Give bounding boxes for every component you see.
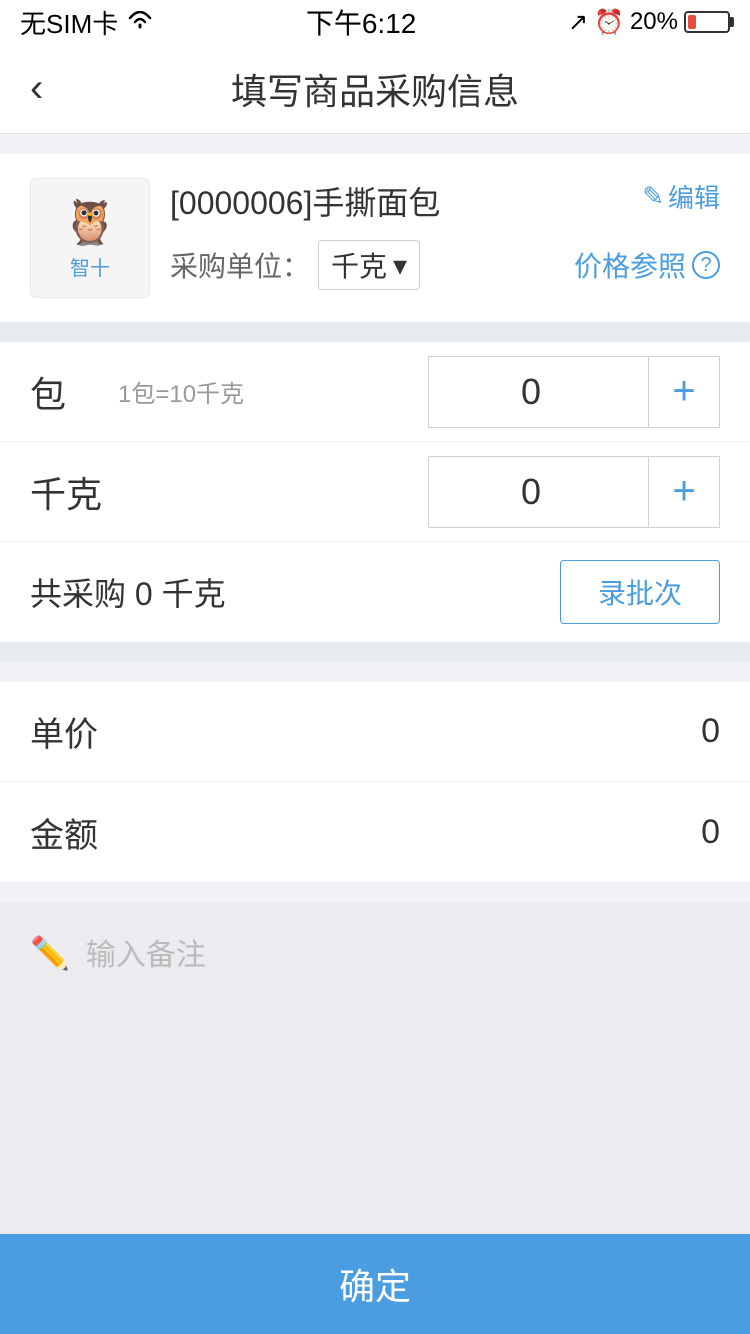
qty-plus-bao[interactable]: + — [648, 356, 720, 428]
divider-2 — [0, 642, 750, 662]
price-row: 单价 0 — [0, 682, 750, 782]
qty-sublabel-bao: 1包=10千克 — [118, 374, 428, 409]
edit-label: 编辑 — [668, 178, 720, 215]
price-label: 单价 — [30, 707, 98, 756]
price-ref-label: 价格参照 — [574, 245, 686, 285]
nav-bar: ‹ 填写商品采购信息 — [0, 44, 750, 134]
confirm-bar[interactable]: 确定 — [0, 1234, 750, 1334]
qty-input-bao[interactable] — [428, 356, 648, 428]
status-time: 下午6:12 — [306, 2, 417, 42]
dropdown-icon: ▾ — [393, 249, 407, 282]
amount-row: 金额 0 — [0, 782, 750, 882]
qty-label-kg: 千克 — [30, 466, 110, 518]
qty-label-bao: 包 — [30, 366, 110, 418]
unit-select[interactable]: 千克 ▾ — [318, 240, 420, 290]
total-row: 共采购 0 千克 录批次 — [0, 542, 750, 642]
unit-label: 采购单位： — [170, 245, 310, 285]
quantity-section: 包 1包=10千克 + 千克 + — [0, 342, 750, 542]
qty-input-wrap-kg: + — [428, 456, 720, 528]
product-unit-row: 采购单位： 千克 ▾ 价格参照 ? — [170, 240, 720, 290]
alarm-icon: ⏰ — [594, 8, 624, 37]
unit-value: 千克 — [331, 245, 387, 285]
qty-plus-kg[interactable]: + — [648, 456, 720, 528]
wifi-icon — [126, 7, 154, 38]
qty-row-bao: 包 1包=10千克 + — [0, 342, 750, 442]
pencil-icon: ✏️ — [30, 934, 70, 972]
batch-label: 录批次 — [598, 572, 682, 612]
amount-label: 金额 — [30, 808, 98, 857]
product-name: [0000006]手撕面包 — [170, 178, 642, 224]
product-top-row: [0000006]手撕面包 ✎ 编辑 — [170, 178, 720, 224]
page-title: 填写商品采购信息 — [231, 63, 519, 115]
status-bar: 无SIM卡 下午6:12 ↗ ⏰ 20% — [0, 0, 750, 44]
confirm-label: 确定 — [339, 1258, 411, 1310]
total-label: 共采购 0 千克 — [30, 569, 226, 615]
product-card: 🦉 智十 [0000006]手撕面包 ✎ 编辑 采购单位： 千克 ▾ 价格参照 … — [0, 154, 750, 322]
carrier-label: 无SIM卡 — [20, 4, 118, 41]
status-right: ↗ ⏰ 20% — [568, 8, 730, 37]
edit-icon: ✎ — [642, 181, 664, 212]
edit-button[interactable]: ✎ 编辑 — [642, 178, 720, 215]
divider-1 — [0, 322, 750, 342]
battery-icon — [684, 11, 730, 33]
batch-button[interactable]: 录批次 — [560, 560, 720, 624]
price-value: 0 — [701, 712, 720, 751]
product-thumbnail: 🦉 智十 — [30, 178, 150, 298]
battery-percent: 20% — [630, 8, 678, 36]
location-icon: ↗ — [568, 8, 588, 37]
qty-row-kg: 千克 + — [0, 442, 750, 542]
help-icon: ? — [692, 251, 720, 279]
qty-input-wrap-bao: + — [428, 356, 720, 428]
product-thumb-text: 智十 — [70, 252, 110, 281]
detail-section: 单价 0 金额 0 — [0, 682, 750, 882]
product-thumb-icon: 🦉 — [63, 196, 118, 248]
price-ref-button[interactable]: 价格参照 ? — [574, 245, 720, 285]
status-left: 无SIM卡 — [20, 4, 154, 41]
remark-placeholder: 输入备注 — [86, 930, 206, 974]
amount-value: 0 — [701, 813, 720, 852]
qty-input-kg[interactable] — [428, 456, 648, 528]
back-button[interactable]: ‹ — [30, 66, 43, 111]
product-info: [0000006]手撕面包 ✎ 编辑 采购单位： 千克 ▾ 价格参照 ? — [170, 178, 720, 290]
